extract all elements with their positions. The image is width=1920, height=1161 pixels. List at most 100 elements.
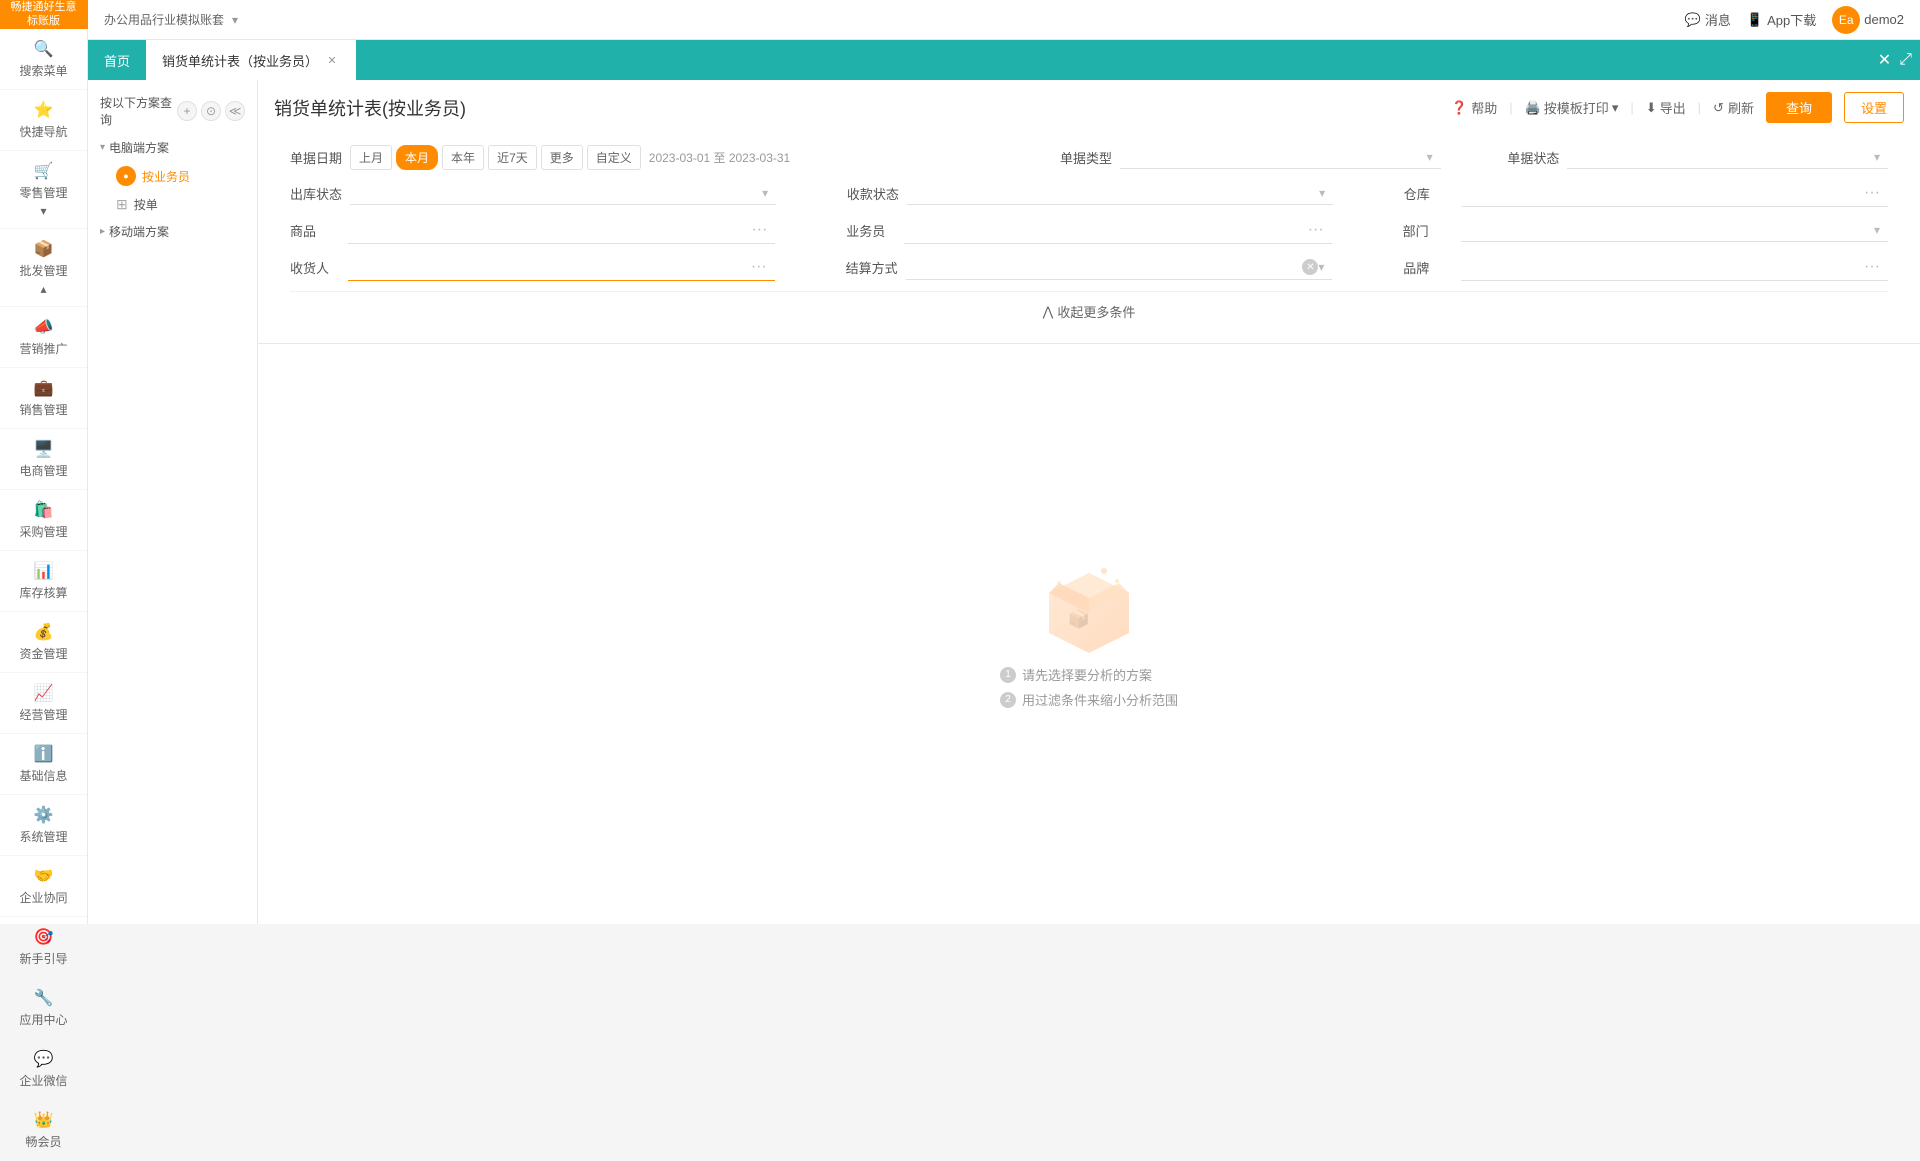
date-btn-last-7-days[interactable]: 近7天	[488, 145, 537, 170]
receipt-status-field[interactable]: ▾	[907, 182, 1333, 205]
sidebar-retail-label: 零售管理	[19, 184, 67, 201]
sidebar-basic-label: 基础信息	[19, 767, 67, 784]
sidebar-item-purchase[interactable]: 🛍️ 采购管理	[0, 490, 87, 551]
user-menu[interactable]: Ea demo2	[1832, 6, 1904, 34]
tab-home-label: 首页	[104, 51, 130, 70]
member-icon: 👑	[34, 1110, 54, 1130]
tree-item-by-salesperson[interactable]: ● 按业务员	[88, 161, 257, 191]
sidebar-item-member[interactable]: 👑 畅会员	[0, 1100, 87, 1161]
sidebar-item-basic[interactable]: ℹ️ 基础信息	[0, 734, 87, 795]
copy-scheme-btn[interactable]: ⊙	[201, 101, 221, 121]
page-title: 销货单统计表(按业务员)	[274, 95, 466, 121]
sidebar-newuser-label: 新手引导	[19, 950, 67, 967]
sidebar-item-corpwechat[interactable]: 💬 企业微信	[0, 1039, 87, 1100]
date-btn-this-month[interactable]: 本月	[396, 145, 438, 170]
inventory-icon: 📊	[34, 561, 54, 581]
sidebar-item-finance[interactable]: 💰 资金管理	[0, 612, 87, 673]
goods-field[interactable]: ···	[348, 217, 775, 244]
settings-button[interactable]: 设置	[1844, 92, 1904, 123]
sidebar-item-search[interactable]: 🔍 搜索菜单	[0, 29, 87, 90]
sidebar-ecommerce-label: 电商管理	[19, 462, 67, 479]
department-field[interactable]: ▾	[1461, 219, 1888, 242]
app-download-btn[interactable]: 📱 App下载	[1747, 10, 1816, 29]
tabbar-right: ✕ ⤢	[1878, 50, 1920, 70]
print-dropdown-icon: ▾	[1612, 100, 1619, 116]
message-btn[interactable]: 💬 消息	[1685, 10, 1731, 29]
brand-field[interactable]: ···	[1461, 254, 1888, 281]
warehouse-label: 仓库	[1404, 184, 1454, 203]
collapse-panel-btn[interactable]: ≪	[225, 101, 245, 121]
tip-num-1: 1	[1000, 667, 1016, 683]
print-btn[interactable]: 🖨️ 按模板打印 ▾	[1525, 98, 1619, 117]
sidebar-item-enterprise[interactable]: 🤝 企业协同	[0, 856, 87, 917]
collapse-label: 收起更多条件	[1057, 302, 1135, 321]
query-button[interactable]: 查询	[1766, 92, 1832, 123]
sidebar-item-ecommerce[interactable]: 🖥️ 电商管理	[0, 429, 87, 490]
tab-home[interactable]: 首页	[88, 40, 146, 80]
export-btn[interactable]: ⬇ 导出	[1646, 98, 1686, 117]
sidebar: 畅捷通好生意 标账版 🔍 搜索菜单 ⭐ 快捷导航 🛒 零售管理 ▾ 📦 批发管理…	[0, 0, 88, 924]
tab-sales-stat-label: 销货单统计表（按业务员）	[162, 51, 318, 70]
filter-row-2: 出库状态 ▾ 收款状态 ▾ 仓库	[290, 180, 1888, 207]
salesperson-field[interactable]: ···	[904, 217, 1331, 244]
basic-icon: ℹ️	[34, 744, 54, 764]
help-btn[interactable]: ❓ 帮助	[1451, 98, 1497, 117]
warehouse-field[interactable]: ···	[1462, 180, 1888, 207]
sidebar-item-appcenter[interactable]: 🔧 应用中心	[0, 978, 87, 1039]
date-btn-more[interactable]: 更多	[541, 145, 583, 170]
collapse-btn[interactable]: ⋀ 收起更多条件	[1043, 296, 1136, 327]
tab-close-btn[interactable]: ✕	[324, 52, 340, 68]
sidebar-wholesale-label: 批发管理	[19, 262, 67, 279]
doc-type-label: 单据类型	[1060, 148, 1112, 167]
logo-subtext: 标账版	[27, 14, 60, 28]
empty-tips: 1 请先选择要分析的方案 2 用过滤条件来缩小分析范围	[1000, 665, 1178, 715]
consignee-field[interactable]: ···	[348, 254, 775, 281]
newuser-icon: 🎯	[34, 927, 54, 947]
tree-item-by-doc[interactable]: ⊞ 按单	[88, 191, 257, 218]
add-scheme-btn[interactable]: +	[177, 101, 197, 121]
date-controls: 上月 本月 本年 近7天 更多 自定义 2023-03-01 至 2023-03…	[350, 145, 790, 170]
out-status-field[interactable]: ▾	[350, 182, 776, 205]
sidebar-item-inventory[interactable]: 📊 库存核算	[0, 551, 87, 612]
sidebar-item-newuser[interactable]: 🎯 新手引导	[0, 917, 87, 978]
print-label: 按模板打印	[1544, 98, 1609, 117]
tree-group-mobile[interactable]: ▸ 移动端方案	[88, 218, 257, 245]
app-download-label: App下载	[1767, 10, 1816, 29]
refresh-btn[interactable]: ↺ 刷新	[1713, 98, 1754, 117]
user-name: demo2	[1864, 12, 1904, 27]
doc-status-field[interactable]: ▾	[1567, 146, 1888, 169]
search-icon: 🔍	[34, 39, 54, 59]
wholesale-icon: 📦	[34, 239, 54, 259]
date-btn-this-year[interactable]: 本年	[442, 145, 484, 170]
download-icon: 📱	[1747, 12, 1763, 28]
help-label: 帮助	[1471, 98, 1497, 117]
tab-fullscreen-icon[interactable]: ⤢	[1899, 51, 1912, 69]
date-btn-last-month[interactable]: 上月	[350, 145, 392, 170]
sidebar-system-label: 系统管理	[19, 828, 67, 845]
topbar-left: 办公用品行业模拟账套 ▾	[104, 11, 238, 28]
department-label: 部门	[1403, 221, 1453, 240]
tab-close-window-icon[interactable]: ✕	[1878, 50, 1891, 70]
settlement-field[interactable]: ✕ ▾	[906, 255, 1333, 280]
settlement-clear-btn[interactable]: ✕	[1302, 259, 1318, 275]
sidebar-item-sales[interactable]: 💼 销售管理	[0, 368, 87, 429]
sidebar-item-shortcut[interactable]: ⭐ 快捷导航	[0, 90, 87, 151]
empty-illustration: 📦	[1029, 553, 1149, 653]
tree-group-desktop[interactable]: ▾ 电脑端方案	[88, 134, 257, 161]
sidebar-marketing-label: 营销推广	[19, 340, 67, 357]
logo-text: 畅捷通好生意	[11, 0, 77, 14]
doc-type-field[interactable]: ▾	[1120, 146, 1441, 169]
sidebar-item-retail[interactable]: 🛒 零售管理 ▾	[0, 151, 87, 229]
topbar-dropdown-icon[interactable]: ▾	[232, 13, 238, 27]
date-btn-custom[interactable]: 自定义	[587, 145, 641, 170]
export-icon: ⬇	[1646, 100, 1657, 116]
refresh-icon: ↺	[1713, 100, 1724, 116]
sidebar-item-marketing[interactable]: 📣 营销推广	[0, 307, 87, 368]
sidebar-item-wholesale[interactable]: 📦 批发管理 ▴	[0, 229, 87, 307]
page-actions: ❓ 帮助 | 🖨️ 按模板打印 ▾ | ⬇ 导出	[1451, 92, 1904, 123]
sidebar-item-system[interactable]: ⚙️ 系统管理	[0, 795, 87, 856]
brand-dots: ···	[1864, 258, 1880, 276]
sidebar-item-operations[interactable]: 📈 经营管理	[0, 673, 87, 734]
divider2: |	[1630, 100, 1633, 115]
tab-sales-stat[interactable]: 销货单统计表（按业务员） ✕	[146, 40, 356, 80]
